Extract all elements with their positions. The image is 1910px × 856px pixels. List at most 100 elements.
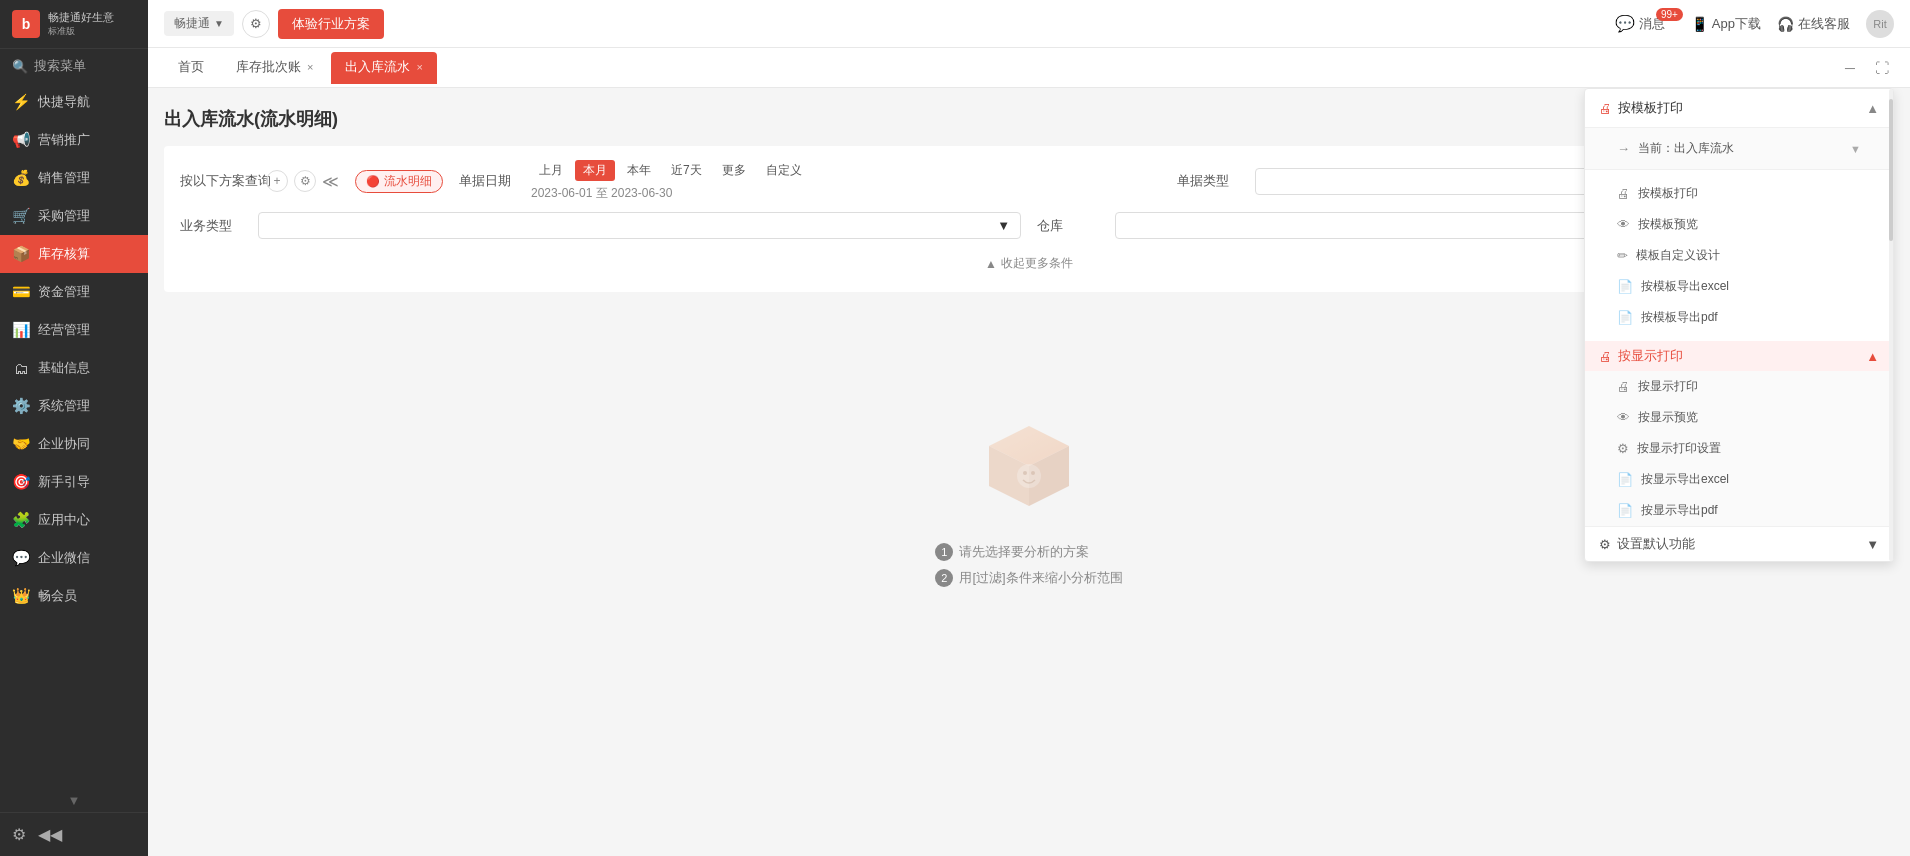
search-label: 搜索菜单 xyxy=(34,57,86,75)
sidebar-item-label: 销售管理 xyxy=(38,169,90,187)
filter-scheme-label: 按以下方案查询 xyxy=(180,172,250,190)
date-tab-this-month[interactable]: 本月 xyxy=(575,160,615,181)
dropdown-display-section: 🖨 按显示打印 ▲ 🖨 按显示打印 👁 按显示预览 ⚙ xyxy=(1585,341,1893,526)
collapse-sidebar-icon[interactable]: ◀◀ xyxy=(38,825,62,844)
empty-tips: 1 请先选择要分析的方案 2 用[过滤]条件来缩小分析范围 xyxy=(935,543,1122,595)
phone-icon: 📱 xyxy=(1691,16,1708,32)
dropdown-scrollbar[interactable] xyxy=(1889,89,1893,561)
template-export-excel-item[interactable]: 📄 按模板导出excel xyxy=(1585,271,1893,302)
display-print-icon: 🖨 xyxy=(1617,379,1630,394)
quick-nav-icon: ⚡ xyxy=(12,93,30,111)
template-preview-item[interactable]: 👁 按模板预览 xyxy=(1585,209,1893,240)
sidebar-item-marketing[interactable]: 📢 营销推广 xyxy=(0,121,148,159)
tab-home[interactable]: 首页 xyxy=(164,52,218,84)
print-dropdown-panel: 🖨 按模板打印 ▲ → 当前：出入库流水 ▼ 🖨 按模板打印 xyxy=(1584,88,1894,562)
sidebar-item-label: 企业协同 xyxy=(38,435,90,453)
sidebar-item-sales[interactable]: 💰 销售管理 xyxy=(0,159,148,197)
header-gear-button[interactable]: ⚙ xyxy=(242,10,270,38)
marketing-icon: 📢 xyxy=(12,131,30,149)
sidebar-nav: ⚡ 快捷导航 📢 营销推广 💰 销售管理 🛒 采购管理 📦 库存核算 💳 资金管… xyxy=(0,83,148,789)
sidebar-item-label: 经营管理 xyxy=(38,321,90,339)
sidebar-item-apps[interactable]: 🧩 应用中心 xyxy=(0,501,148,539)
template-preview-label: 按模板预览 xyxy=(1638,216,1698,233)
app-download-button[interactable]: 📱 App下载 xyxy=(1691,15,1761,33)
content-area: 出入库流水(流水明细) 🖨 按模板打印 ▲ ⬆ 导出 ↻ 刷新 xyxy=(148,88,1910,856)
tab-minimize-button[interactable]: ─ xyxy=(1838,56,1862,80)
filter-collapse-button[interactable]: ≪ xyxy=(322,172,339,191)
template-print-label: 按模板打印 xyxy=(1638,185,1698,202)
sidebar: b 畅捷通好生意 标准版 🔍 搜索菜单 ⚡ 快捷导航 📢 营销推广 💰 销售管理… xyxy=(0,0,148,856)
display-preview-label: 按显示预览 xyxy=(1638,409,1698,426)
date-tab-custom[interactable]: 自定义 xyxy=(758,160,810,181)
business-type-chevron-icon: ▼ xyxy=(997,218,1010,233)
display-export-pdf-item[interactable]: 📄 按显示导出pdf xyxy=(1585,495,1893,526)
template-print-item[interactable]: 🖨 按模板打印 xyxy=(1585,178,1893,209)
tab-inventory-flow[interactable]: 出入库流水 × xyxy=(331,52,436,84)
settings-footer-icon[interactable]: ⚙ xyxy=(12,825,26,844)
display-preview-item[interactable]: 👁 按显示预览 xyxy=(1585,402,1893,433)
tab-maximize-button[interactable]: ⛶ xyxy=(1870,56,1894,80)
template-custom-item[interactable]: ✏ 模板自定义设计 xyxy=(1585,240,1893,271)
tab-inventory-flow-close[interactable]: × xyxy=(416,61,422,73)
warehouse-label: 仓库 xyxy=(1037,217,1107,235)
breadcrumb-chevron-icon: ▼ xyxy=(214,18,224,29)
sidebar-item-inventory[interactable]: 📦 库存核算 xyxy=(0,235,148,273)
display-print-label: 按显示打印 xyxy=(1638,378,1698,395)
display-export-excel-item[interactable]: 📄 按显示导出excel xyxy=(1585,464,1893,495)
filter-settings-button[interactable]: ⚙ xyxy=(294,170,316,192)
user-breadcrumb[interactable]: 畅捷通 ▼ xyxy=(164,11,234,36)
sidebar-item-collaboration[interactable]: 🤝 企业协同 xyxy=(0,425,148,463)
date-label: 单据日期 xyxy=(459,172,519,190)
system-icon: ⚙️ xyxy=(12,397,30,415)
current-arrow-icon: → xyxy=(1617,141,1630,156)
date-tab-this-year[interactable]: 本年 xyxy=(619,160,659,181)
messages-button[interactable]: 💬 消息 99+ xyxy=(1615,14,1675,33)
doc-type-label: 单据类型 xyxy=(1177,172,1247,190)
date-tab-7days[interactable]: 近7天 xyxy=(663,160,710,181)
dropdown-current-section: → 当前：出入库流水 ▼ xyxy=(1585,128,1893,170)
wechat-icon: 💬 xyxy=(12,549,30,567)
flow-detail-tag[interactable]: 🔴 流水明细 xyxy=(355,170,443,193)
sidebar-item-guide[interactable]: 🎯 新手引导 xyxy=(0,463,148,501)
online-service-button[interactable]: 🎧 在线客服 xyxy=(1777,15,1850,33)
business-type-area: 业务类型 ▼ xyxy=(180,212,1021,239)
sidebar-item-finance[interactable]: 💳 资金管理 xyxy=(0,273,148,311)
date-filter: 上月 本月 本年 近7天 更多 自定义 2023-06-01 至 2023-06 xyxy=(531,160,810,202)
template-export-pdf-item[interactable]: 📄 按模板导出pdf xyxy=(1585,302,1893,333)
user-name: Rit xyxy=(1873,18,1886,30)
business-type-select[interactable]: ▼ xyxy=(258,212,1021,239)
dropdown-current-item[interactable]: → 当前：出入库流水 ▼ xyxy=(1585,134,1893,163)
svg-point-5 xyxy=(1031,471,1035,475)
sidebar-item-system[interactable]: ⚙️ 系统管理 xyxy=(0,387,148,425)
display-section-header[interactable]: 🖨 按显示打印 ▲ xyxy=(1585,341,1893,371)
date-tab-more[interactable]: 更多 xyxy=(714,160,754,181)
industry-solution-button[interactable]: 体验行业方案 xyxy=(278,9,384,39)
sidebar-item-basics[interactable]: 🗂 基础信息 xyxy=(0,349,148,387)
tab-inventory-batch-close[interactable]: × xyxy=(307,61,313,73)
sidebar-item-operations[interactable]: 📊 经营管理 xyxy=(0,311,148,349)
app-name: 畅捷通好生意 xyxy=(48,10,114,25)
user-avatar[interactable]: Rit xyxy=(1866,10,1894,38)
dropdown-up-chevron[interactable]: ▲ xyxy=(1866,101,1879,116)
display-print-item[interactable]: 🖨 按显示打印 xyxy=(1585,371,1893,402)
sidebar-item-purchase[interactable]: 🛒 采购管理 xyxy=(0,197,148,235)
empty-tip-2: 2 用[过滤]条件来缩小分析范围 xyxy=(935,569,1122,587)
date-tab-last-month[interactable]: 上月 xyxy=(531,160,571,181)
add-filter-button[interactable]: + xyxy=(266,170,288,192)
sidebar-scroll-down[interactable]: ▼ xyxy=(0,789,148,812)
sidebar-item-quick-nav[interactable]: ⚡ 快捷导航 xyxy=(0,83,148,121)
dropdown-footer[interactable]: ⚙ 设置默认功能 ▼ xyxy=(1585,526,1893,561)
app-download-label: App下载 xyxy=(1712,15,1761,33)
sidebar-search[interactable]: 🔍 搜索菜单 xyxy=(0,49,148,83)
tab-inventory-batch[interactable]: 库存批次账 × xyxy=(222,52,327,84)
sidebar-item-vip[interactable]: 👑 畅会员 xyxy=(0,577,148,615)
tip-num-2: 2 xyxy=(935,569,953,587)
date-filter-area: 单据日期 上月 本月 本年 近7天 更多 自定义 2023- xyxy=(459,160,1161,202)
sidebar-item-wechat[interactable]: 💬 企业微信 xyxy=(0,539,148,577)
message-badge: 99+ xyxy=(1656,8,1683,21)
display-section-chevron: ▲ xyxy=(1866,349,1879,364)
empty-illustration xyxy=(969,406,1089,527)
display-settings-item[interactable]: ⚙ 按显示打印设置 xyxy=(1585,433,1893,464)
flow-tag-label: 流水明细 xyxy=(384,173,432,190)
guide-icon: 🎯 xyxy=(12,473,30,491)
